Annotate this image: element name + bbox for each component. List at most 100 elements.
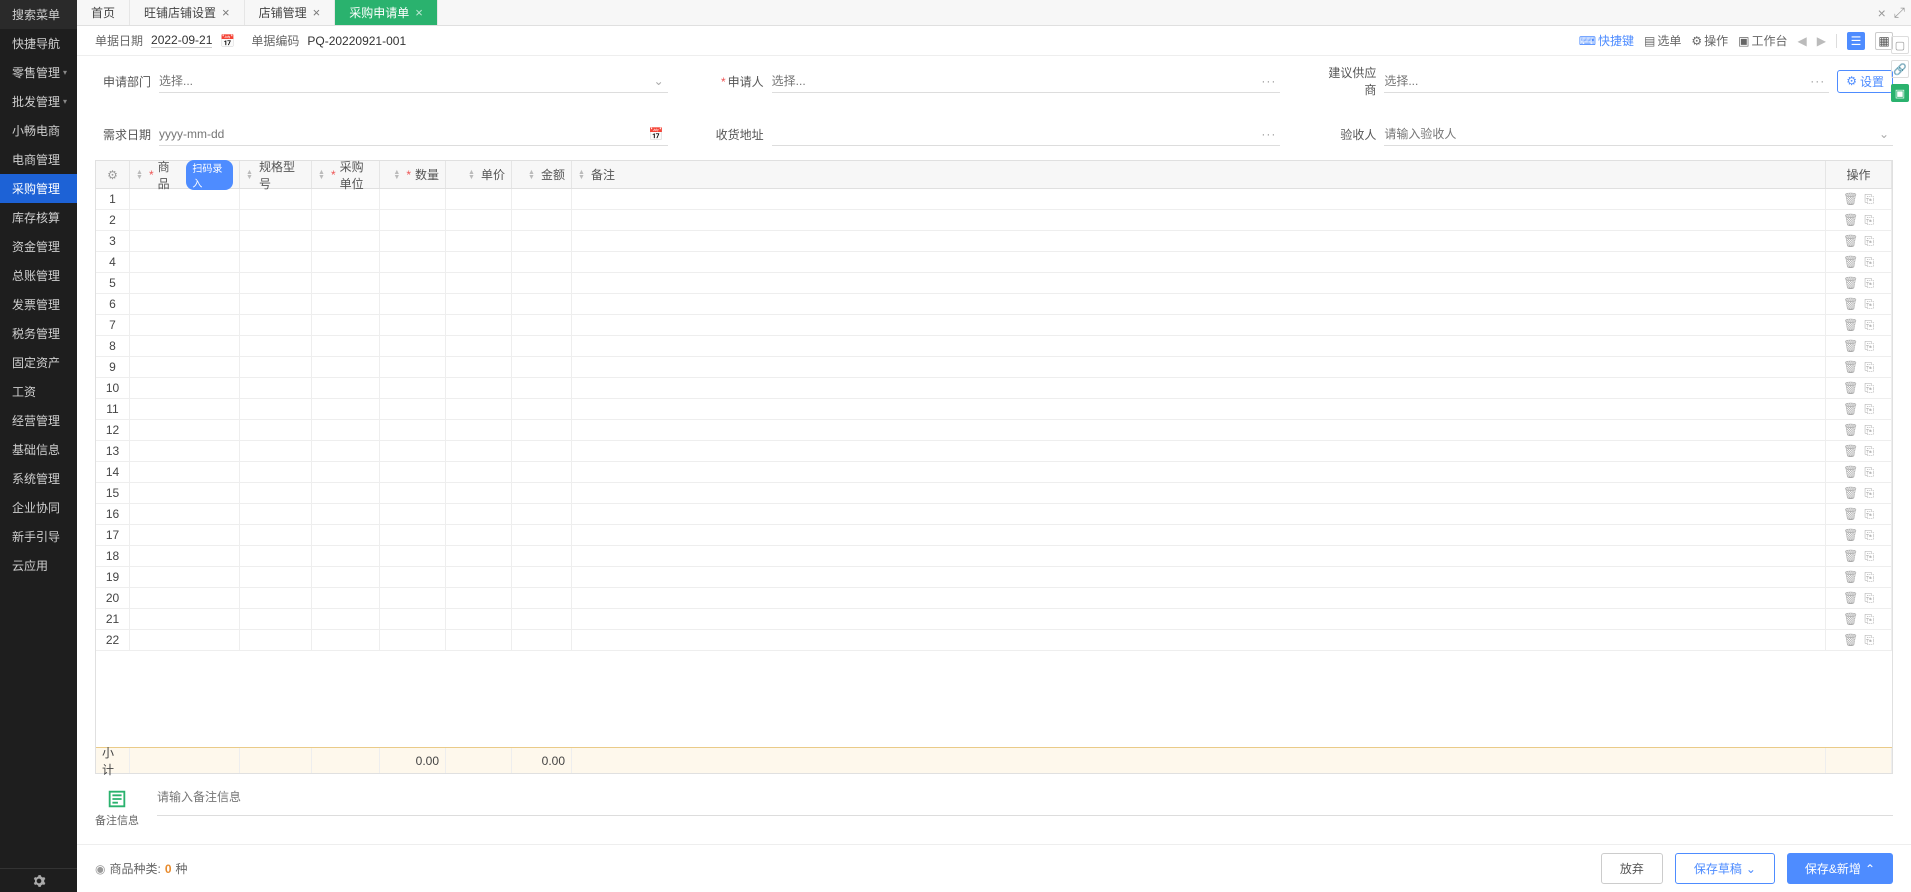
quick-keys-link[interactable]: ⌨ 快捷键 — [1579, 32, 1634, 49]
table-row[interactable]: 17🗑⎘ — [96, 525, 1892, 546]
copy-row-icon[interactable]: ⎘ — [1861, 297, 1877, 312]
copy-row-icon[interactable]: ⎘ — [1861, 339, 1877, 354]
copy-row-icon[interactable]: ⎘ — [1861, 276, 1877, 291]
copy-row-icon[interactable]: ⎘ — [1861, 423, 1877, 438]
col-spec[interactable]: ▲▼ 规格型号 — [240, 161, 312, 188]
apply-dept-select[interactable]: ⌄ — [159, 69, 668, 93]
nav-prev-icon[interactable]: ◀ — [1798, 34, 1807, 48]
close-icon[interactable]: × — [415, 5, 423, 20]
table-row[interactable]: 6🗑⎘ — [96, 294, 1892, 315]
table-row[interactable]: 2🗑⎘ — [96, 210, 1892, 231]
delete-row-icon[interactable]: 🗑 — [1840, 633, 1861, 647]
calendar-icon[interactable]: 📅 — [645, 127, 668, 141]
applicant-select[interactable]: ··· — [772, 69, 1281, 93]
close-icon[interactable]: × — [313, 5, 321, 20]
delete-row-icon[interactable]: 🗑 — [1840, 444, 1861, 458]
ship-addr-input[interactable] — [772, 127, 1258, 141]
table-row[interactable]: 5🗑⎘ — [96, 273, 1892, 294]
delete-row-icon[interactable]: 🗑 — [1840, 486, 1861, 500]
delete-row-icon[interactable]: 🗑 — [1840, 339, 1861, 353]
table-row[interactable]: 8🗑⎘ — [96, 336, 1892, 357]
copy-row-icon[interactable]: ⎘ — [1861, 612, 1877, 627]
delete-row-icon[interactable]: 🗑 — [1840, 213, 1861, 227]
sidebar-item-16[interactable]: 系统管理 — [0, 464, 77, 493]
table-row[interactable]: 3🗑⎘ — [96, 231, 1892, 252]
copy-row-icon[interactable]: ⎘ — [1861, 255, 1877, 270]
copy-row-icon[interactable]: ⎘ — [1861, 591, 1877, 606]
sidebar-item-5[interactable]: 电商管理 — [0, 145, 77, 174]
delete-row-icon[interactable]: 🗑 — [1840, 528, 1861, 542]
col-qty[interactable]: ▲▼* 数量 — [380, 161, 446, 188]
sidebar-item-19[interactable]: 云应用 — [0, 551, 77, 580]
chevron-down-icon[interactable]: ⌄ — [650, 74, 668, 88]
table-row[interactable]: 21🗑⎘ — [96, 609, 1892, 630]
col-remark[interactable]: ▲▼ 备注 — [572, 161, 1826, 188]
copy-row-icon[interactable]: ⎘ — [1861, 318, 1877, 333]
more-icon[interactable]: ··· — [1806, 74, 1829, 88]
ship-addr-field[interactable]: ··· — [772, 122, 1281, 146]
notes-input[interactable] — [157, 788, 1893, 816]
delete-row-icon[interactable]: 🗑 — [1840, 465, 1861, 479]
copy-row-icon[interactable]: ⎘ — [1861, 633, 1877, 648]
sidebar-item-6[interactable]: 采购管理 — [0, 174, 77, 203]
nav-next-icon[interactable]: ▶ — [1817, 34, 1826, 48]
sidebar-item-3[interactable]: 批发管理▾ — [0, 87, 77, 116]
workbench-link[interactable]: ▣ 工作台 — [1738, 32, 1787, 49]
delete-row-icon[interactable]: 🗑 — [1840, 318, 1861, 332]
rail-item-2[interactable]: 🔗 — [1891, 60, 1909, 78]
sidebar-item-7[interactable]: 库存核算 — [0, 203, 77, 232]
verifier-input[interactable] — [1384, 127, 1875, 141]
table-row[interactable]: 16🗑⎘ — [96, 504, 1892, 525]
col-price[interactable]: ▲▼ 单价 — [446, 161, 512, 188]
copy-row-icon[interactable]: ⎘ — [1861, 465, 1877, 480]
copy-row-icon[interactable]: ⎘ — [1861, 507, 1877, 522]
copy-row-icon[interactable]: ⎘ — [1861, 360, 1877, 375]
tab-0[interactable]: 首页 — [77, 0, 130, 25]
copy-row-icon[interactable]: ⎘ — [1861, 213, 1877, 228]
need-date-field[interactable]: 📅 — [159, 122, 668, 146]
delete-row-icon[interactable]: 🗑 — [1840, 381, 1861, 395]
tab-expand-icon[interactable]: ⤢ — [1894, 4, 1905, 21]
select-order-link[interactable]: ▤ 选单 — [1644, 32, 1681, 49]
view-list-button[interactable]: ☰ — [1847, 32, 1865, 50]
delete-row-icon[interactable]: 🗑 — [1840, 591, 1861, 605]
operate-link[interactable]: ⚙ 操作 — [1691, 32, 1728, 49]
suggest-supplier-select[interactable]: ··· — [1384, 69, 1829, 93]
table-row[interactable]: 15🗑⎘ — [96, 483, 1892, 504]
copy-row-icon[interactable]: ⎘ — [1861, 528, 1877, 543]
delete-row-icon[interactable]: 🗑 — [1840, 297, 1861, 311]
delete-row-icon[interactable]: 🗑 — [1840, 402, 1861, 416]
save-and-new-button[interactable]: 保存&新增⌃ — [1787, 853, 1893, 884]
sidebar-item-13[interactable]: 工资 — [0, 377, 77, 406]
table-row[interactable]: 12🗑⎘ — [96, 420, 1892, 441]
sidebar-settings-button[interactable] — [0, 868, 77, 892]
close-icon[interactable]: × — [222, 5, 230, 20]
applicant-input[interactable] — [772, 74, 1258, 88]
tab-3[interactable]: 采购申请单× — [335, 0, 438, 25]
copy-row-icon[interactable]: ⎘ — [1861, 570, 1877, 585]
calendar-icon[interactable]: 📅 — [220, 34, 235, 48]
rail-item-1[interactable]: ▢ — [1891, 36, 1909, 54]
col-amount[interactable]: ▲▼ 金额 — [512, 161, 572, 188]
delete-row-icon[interactable]: 🗑 — [1840, 360, 1861, 374]
sidebar-item-12[interactable]: 固定资产 — [0, 348, 77, 377]
table-row[interactable]: 1🗑⎘ — [96, 189, 1892, 210]
sidebar-item-1[interactable]: 快捷导航 — [0, 29, 77, 58]
col-goods[interactable]: ▲▼* 商品 扫码录入 — [130, 161, 240, 188]
discard-button[interactable]: 放弃 — [1601, 853, 1663, 884]
tab-close-all-icon[interactable]: × — [1878, 5, 1886, 21]
delete-row-icon[interactable]: 🗑 — [1840, 549, 1861, 563]
delete-row-icon[interactable]: 🗑 — [1840, 192, 1861, 206]
delete-row-icon[interactable]: 🗑 — [1840, 612, 1861, 626]
table-row[interactable]: 4🗑⎘ — [96, 252, 1892, 273]
tab-2[interactable]: 店铺管理× — [245, 0, 336, 25]
sidebar-item-4[interactable]: 小畅电商 — [0, 116, 77, 145]
delete-row-icon[interactable]: 🗑 — [1840, 276, 1861, 290]
table-row[interactable]: 10🗑⎘ — [96, 378, 1892, 399]
delete-row-icon[interactable]: 🗑 — [1840, 234, 1861, 248]
delete-row-icon[interactable]: 🗑 — [1840, 570, 1861, 584]
copy-row-icon[interactable]: ⎘ — [1861, 486, 1877, 501]
sidebar-item-2[interactable]: 零售管理▾ — [0, 58, 77, 87]
table-row[interactable]: 22🗑⎘ — [96, 630, 1892, 651]
sidebar-item-0[interactable]: 搜索菜单 — [0, 0, 77, 29]
